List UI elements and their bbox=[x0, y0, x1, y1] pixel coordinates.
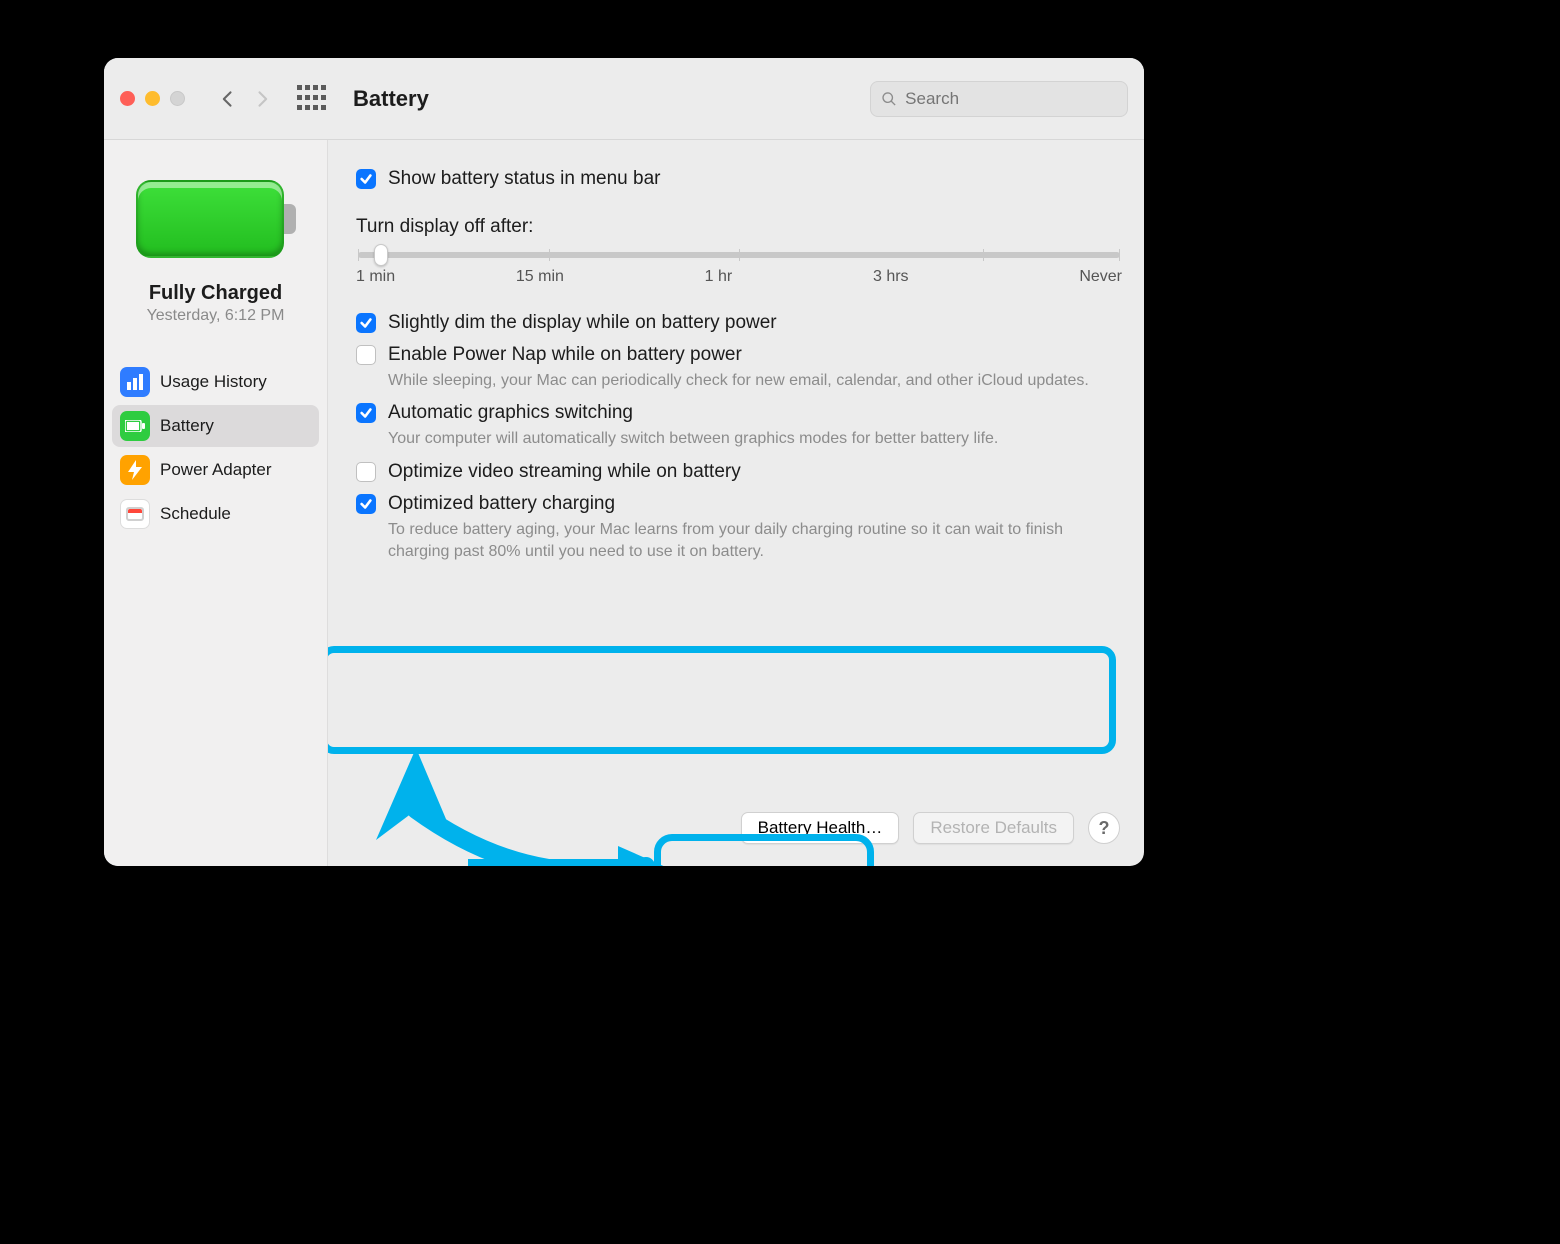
checkbox-power-nap[interactable] bbox=[356, 345, 376, 365]
battery-icon bbox=[120, 411, 150, 441]
search-input[interactable] bbox=[905, 89, 1117, 109]
search-field[interactable] bbox=[870, 81, 1128, 117]
show-all-prefs-button[interactable] bbox=[297, 85, 325, 113]
desc-gpu-switching: Your computer will automatically switch … bbox=[388, 428, 1122, 450]
label-power-nap: Enable Power Nap while on battery power bbox=[388, 344, 1122, 366]
minimize-window-button[interactable] bbox=[145, 91, 160, 106]
label-optimized-charging: Optimized battery charging bbox=[388, 493, 1122, 515]
battery-status-title: Fully Charged bbox=[149, 282, 282, 305]
page-title: Battery bbox=[353, 86, 429, 112]
battery-large-icon bbox=[136, 180, 296, 258]
sidebar-item-battery[interactable]: Battery bbox=[112, 405, 319, 447]
checkbox-gpu-switching[interactable] bbox=[356, 403, 376, 423]
display-off-title: Turn display off after: bbox=[356, 216, 1122, 238]
checkbox-optimized-charging[interactable] bbox=[356, 494, 376, 514]
label-video-optimize: Optimize video streaming while on batter… bbox=[388, 461, 1122, 483]
sidebar-item-power-adapter[interactable]: Power Adapter bbox=[112, 449, 319, 491]
battery-status-time: Yesterday, 6:12 PM bbox=[147, 307, 285, 325]
highlight-optimized-charging bbox=[328, 646, 1116, 754]
checkbox-show-menu-bar[interactable] bbox=[356, 169, 376, 189]
content-pane: Show battery status in menu bar Turn dis… bbox=[328, 140, 1144, 866]
back-button[interactable] bbox=[211, 82, 245, 116]
display-off-slider[interactable] bbox=[358, 252, 1120, 258]
button-row: Battery Health… Restore Defaults ? bbox=[741, 812, 1120, 844]
slider-tick-labels: 1 min 15 min 1 hr 3 hrs Never bbox=[356, 268, 1122, 286]
titlebar: Battery bbox=[104, 58, 1144, 140]
help-button[interactable]: ? bbox=[1088, 812, 1120, 844]
label-show-menu-bar: Show battery status in menu bar bbox=[388, 168, 1122, 190]
bar-chart-icon bbox=[120, 367, 150, 397]
checkbox-dim-display[interactable] bbox=[356, 313, 376, 333]
sidebar-item-label: Usage History bbox=[160, 372, 267, 392]
forward-button[interactable] bbox=[245, 82, 279, 116]
sidebar-item-label: Power Adapter bbox=[160, 460, 272, 480]
battery-health-button[interactable]: Battery Health… bbox=[741, 812, 900, 844]
sidebar-item-label: Battery bbox=[160, 416, 214, 436]
restore-defaults-button[interactable]: Restore Defaults bbox=[913, 812, 1074, 844]
sidebar: Fully Charged Yesterday, 6:12 PM Usage H… bbox=[104, 140, 328, 866]
checkbox-video-optimize[interactable] bbox=[356, 462, 376, 482]
desc-power-nap: While sleeping, your Mac can periodicall… bbox=[388, 370, 1122, 392]
label-dim-display: Slightly dim the display while on batter… bbox=[388, 312, 1122, 334]
bolt-icon bbox=[120, 455, 150, 485]
sidebar-item-usage-history[interactable]: Usage History bbox=[112, 361, 319, 403]
close-window-button[interactable] bbox=[120, 91, 135, 106]
sidebar-item-schedule[interactable]: Schedule bbox=[112, 493, 319, 535]
desc-optimized-charging: To reduce battery aging, your Mac learns… bbox=[388, 519, 1122, 564]
annotation-straight-arrow bbox=[468, 840, 668, 866]
traffic-lights bbox=[120, 91, 185, 106]
preferences-window: Battery Fully Charged Yesterday, 6:12 PM… bbox=[104, 58, 1144, 866]
zoom-window-button[interactable] bbox=[170, 91, 185, 106]
sidebar-item-label: Schedule bbox=[160, 504, 231, 524]
search-icon bbox=[881, 90, 897, 108]
slider-thumb[interactable] bbox=[374, 244, 388, 266]
calendar-icon bbox=[120, 499, 150, 529]
label-gpu-switching: Automatic graphics switching bbox=[388, 402, 1122, 424]
